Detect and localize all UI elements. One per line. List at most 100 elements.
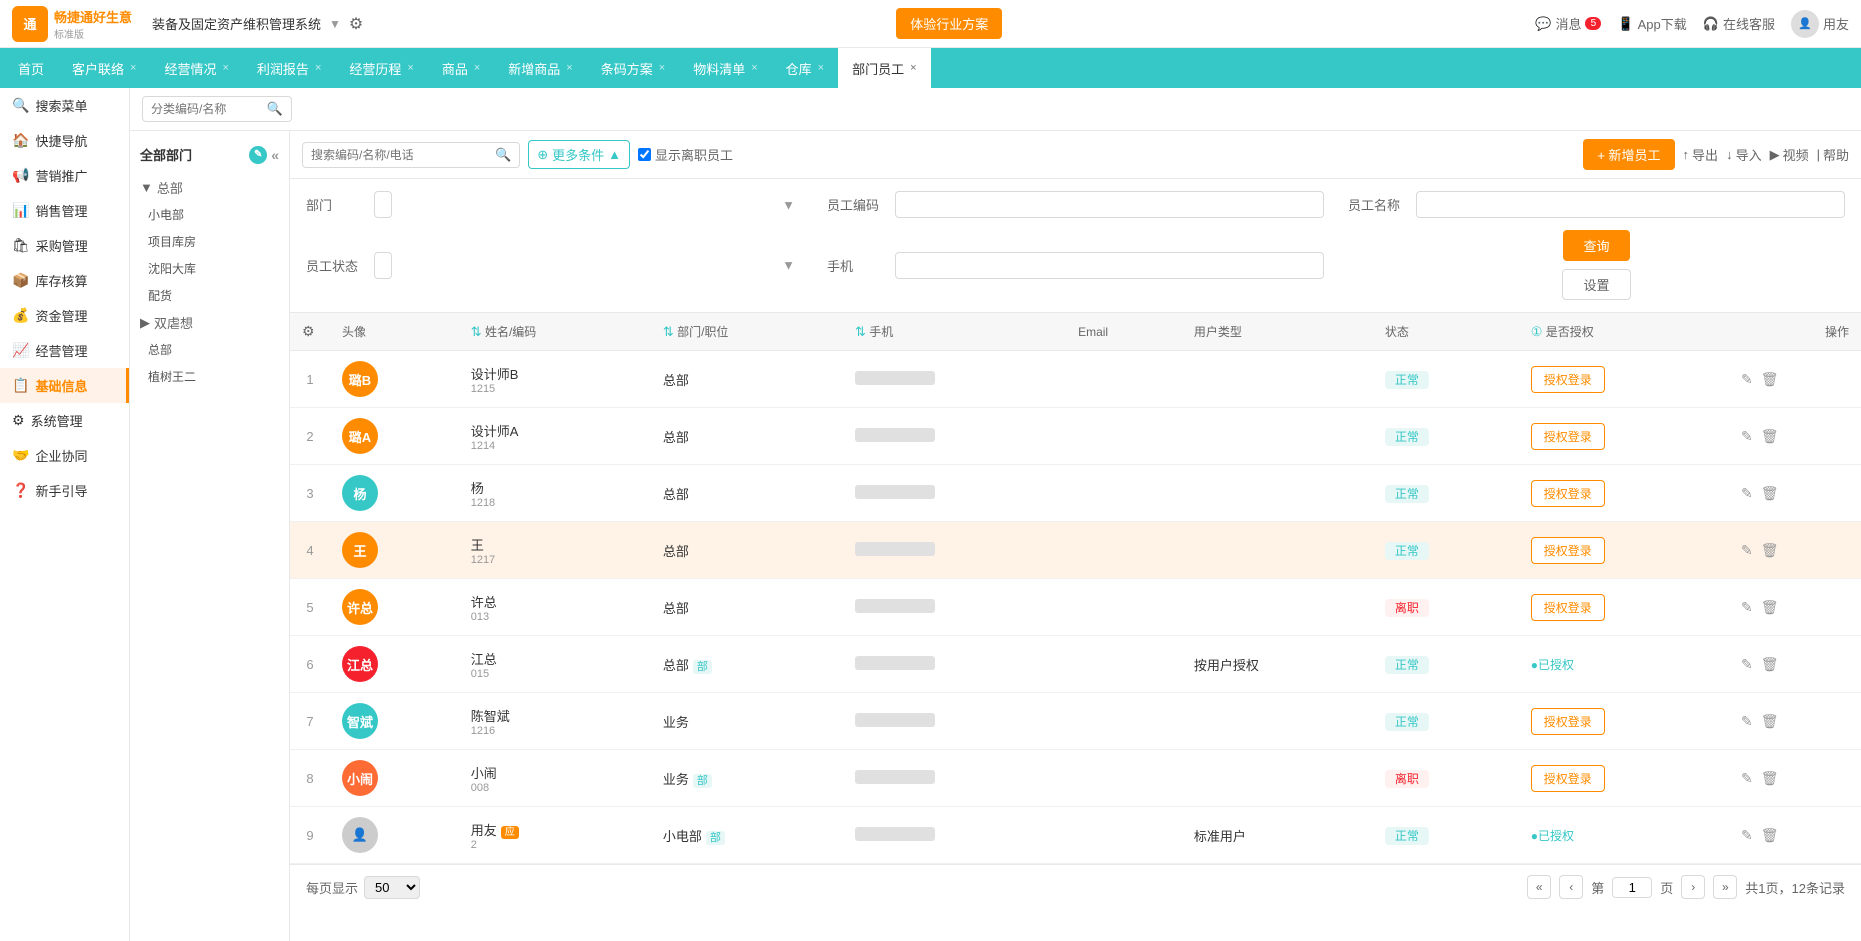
emp-code-input[interactable] — [895, 191, 1324, 218]
edit-icon[interactable]: ✎ — [1741, 599, 1753, 616]
settings-icon[interactable]: ⚙ — [302, 323, 315, 339]
sidebar-item-资金管理[interactable]: 💰资金管理 — [0, 298, 129, 333]
delete-icon[interactable]: 🗑 — [1761, 428, 1779, 445]
auth-login-btn[interactable]: 授权登录 — [1531, 423, 1605, 450]
sidebar-item-营销推广[interactable]: 📢营销推广 — [0, 158, 129, 193]
delete-icon[interactable]: 🗑 — [1761, 485, 1779, 502]
auth-login-btn[interactable]: 授权登录 — [1531, 480, 1605, 507]
page-size-select[interactable]: 50 10 20 100 — [364, 876, 420, 899]
dept-item-shenyang[interactable]: 沈阳大库 — [130, 255, 289, 282]
dept-collapse-icon[interactable]: « — [271, 147, 279, 163]
auth-login-btn[interactable]: 授权登录 — [1531, 366, 1605, 393]
dropdown-arrow-icon[interactable]: ▼ — [329, 17, 341, 31]
user-btn[interactable]: 👤 用友 — [1791, 10, 1849, 38]
nav-tab-部门员工[interactable]: 部门员工× — [838, 48, 930, 88]
search-input[interactable] — [311, 148, 491, 162]
sidebar-item-系统管理[interactable]: ⚙系统管理 — [0, 403, 129, 438]
dept-item-zhishu[interactable]: 植树王二 — [130, 363, 289, 390]
sidebar-item-搜索菜单[interactable]: 🔍搜索菜单 — [0, 88, 129, 123]
edit-icon[interactable]: ✎ — [1741, 656, 1753, 673]
next-page-btn[interactable]: › — [1681, 875, 1705, 899]
phone-input[interactable] — [895, 252, 1324, 279]
add-employee-btn[interactable]: + 新增员工 — [1583, 139, 1674, 170]
prev-page-btn[interactable]: ‹ — [1559, 875, 1583, 899]
sidebar-item-库存核算[interactable]: 📦库存核算 — [0, 263, 129, 298]
edit-icon[interactable]: ✎ — [1741, 485, 1753, 502]
set-btn[interactable]: 设置 — [1562, 269, 1630, 300]
dept-group-title-main[interactable]: ▼ 总部 — [130, 174, 289, 201]
classify-search-icon[interactable]: 🔍 — [267, 101, 283, 117]
last-page-btn[interactable]: » — [1713, 875, 1737, 899]
app-download-btn[interactable]: 📱 App下载 — [1617, 14, 1686, 33]
page-number-input[interactable] — [1612, 877, 1652, 898]
dept-item-xiaodian[interactable]: 小电部 — [130, 201, 289, 228]
dept-item-peihuo[interactable]: 配货 — [130, 282, 289, 309]
dept-group-title-shuang[interactable]: ▶ 双虐想 — [130, 309, 289, 336]
query-btn[interactable]: 查询 — [1563, 230, 1629, 261]
auth-login-btn[interactable]: 授权登录 — [1531, 765, 1605, 792]
sidebar-item-销售管理[interactable]: 📊销售管理 — [0, 193, 129, 228]
edit-icon[interactable]: ✎ — [1741, 770, 1753, 787]
all-depts-label[interactable]: 全部部门 — [140, 145, 192, 164]
experience-btn[interactable]: 体验行业方案 — [896, 8, 1002, 39]
sidebar-item-基础信息[interactable]: 📋基础信息 — [0, 368, 129, 403]
classify-search-input[interactable] — [151, 102, 263, 116]
delete-icon[interactable]: 🗑 — [1761, 713, 1779, 730]
dept-item-project[interactable]: 项目库房 — [130, 228, 289, 255]
edit-icon[interactable]: ✎ — [1741, 827, 1753, 844]
emp-name-input[interactable] — [1416, 191, 1845, 218]
edit-icon[interactable]: ✎ — [1741, 428, 1753, 445]
delete-icon[interactable]: 🗑 — [1761, 371, 1779, 388]
close-tab-icon[interactable]: × — [751, 62, 757, 74]
sidebar-item-采购管理[interactable]: 🛍采购管理 — [0, 228, 129, 263]
edit-icon[interactable]: ✎ — [1741, 371, 1753, 388]
nav-tab-客户联络[interactable]: 客户联络× — [58, 48, 150, 88]
export-btn[interactable]: ↑ 导出 — [1683, 145, 1719, 164]
edit-icon[interactable]: ✎ — [1741, 713, 1753, 730]
nav-tab-首页[interactable]: 首页 — [4, 48, 58, 88]
nav-tab-新增商品[interactable]: 新增商品× — [494, 48, 586, 88]
nav-tab-仓库[interactable]: 仓库× — [772, 48, 838, 88]
video-btn[interactable]: ▶ 视频 — [1770, 145, 1809, 164]
nav-tab-商品[interactable]: 商品× — [428, 48, 494, 88]
nav-tab-利润报告[interactable]: 利润报告× — [243, 48, 335, 88]
auth-login-btn[interactable]: 授权登录 — [1531, 594, 1605, 621]
message-btn[interactable]: 💬 消息 5 — [1535, 14, 1601, 33]
sidebar-item-企业协同[interactable]: 🤝企业协同 — [0, 438, 129, 473]
sidebar-item-新手引导[interactable]: ❓新手引导 — [0, 473, 129, 508]
nav-tab-物料清单[interactable]: 物料清单× — [679, 48, 771, 88]
search-icon[interactable]: 🔍 — [495, 147, 511, 163]
sidebar-item-经营管理[interactable]: 📈经营管理 — [0, 333, 129, 368]
dept-edit-icon[interactable]: ✎ — [249, 146, 267, 164]
nav-tab-条码方案[interactable]: 条码方案× — [587, 48, 679, 88]
auth-login-btn[interactable]: 授权登录 — [1531, 708, 1605, 735]
online-service-btn[interactable]: 🎧 在线客服 — [1703, 14, 1775, 33]
dept-filter-select[interactable] — [374, 191, 392, 218]
delete-icon[interactable]: 🗑 — [1761, 656, 1779, 673]
dept-item-zongbu[interactable]: 总部 — [130, 336, 289, 363]
close-tab-icon[interactable]: × — [818, 62, 824, 74]
auth-login-btn[interactable]: 授权登录 — [1531, 537, 1605, 564]
close-tab-icon[interactable]: × — [910, 62, 916, 74]
th-settings[interactable]: ⚙ — [290, 313, 330, 351]
close-tab-icon[interactable]: × — [566, 62, 572, 74]
close-tab-icon[interactable]: × — [222, 62, 228, 74]
delete-icon[interactable]: 🗑 — [1761, 770, 1779, 787]
nav-tab-经营历程[interactable]: 经营历程× — [335, 48, 427, 88]
sidebar-item-快捷导航[interactable]: 🏠快捷导航 — [0, 123, 129, 158]
close-tab-icon[interactable]: × — [474, 62, 480, 74]
sort-icon-name[interactable]: ⇅ — [471, 324, 482, 339]
delete-icon[interactable]: 🗑 — [1761, 599, 1779, 616]
delete-icon[interactable]: 🗑 — [1761, 542, 1779, 559]
import-btn[interactable]: ↓ 导入 — [1726, 145, 1762, 164]
close-tab-icon[interactable]: × — [659, 62, 665, 74]
show-resigned-checkbox[interactable] — [638, 148, 651, 161]
gear-icon[interactable]: ⚙ — [349, 14, 363, 34]
sort-icon-phone[interactable]: ⇅ — [855, 324, 866, 339]
first-page-btn[interactable]: « — [1527, 875, 1551, 899]
close-tab-icon[interactable]: × — [315, 62, 321, 74]
emp-status-select[interactable] — [374, 252, 392, 279]
delete-icon[interactable]: 🗑 — [1761, 827, 1779, 844]
close-tab-icon[interactable]: × — [130, 62, 136, 74]
more-filter-btn[interactable]: ⊕ 更多条件 ▲ — [528, 140, 630, 169]
